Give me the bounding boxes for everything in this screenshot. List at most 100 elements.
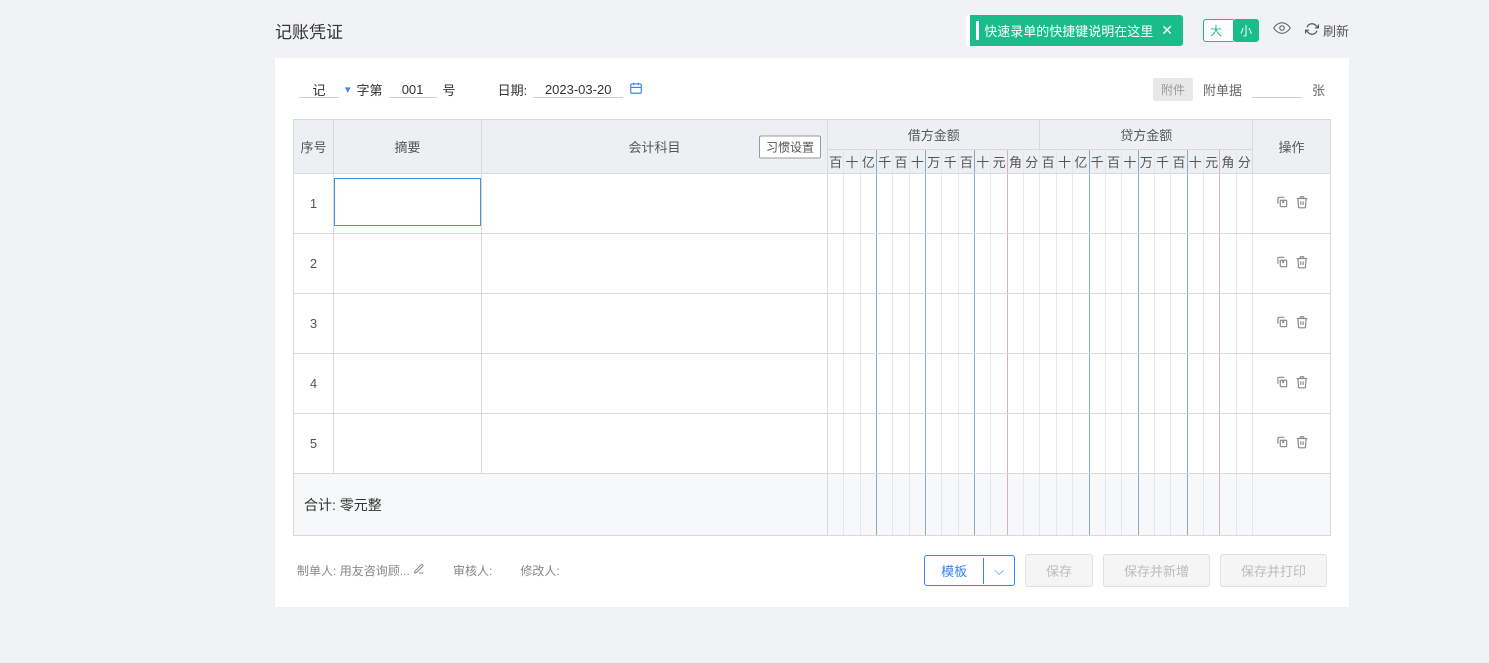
- digit-cell[interactable]: [1056, 414, 1072, 474]
- digit-cell[interactable]: [1154, 294, 1170, 354]
- digit-cell[interactable]: [1073, 294, 1089, 354]
- digit-cell[interactable]: [860, 354, 876, 414]
- digit-cell[interactable]: [958, 354, 974, 414]
- date-input[interactable]: [533, 82, 623, 98]
- digit-cell[interactable]: [942, 294, 958, 354]
- summary-cell[interactable]: [334, 354, 482, 414]
- digit-cell[interactable]: [926, 294, 942, 354]
- digit-cell[interactable]: [1040, 234, 1056, 294]
- digit-cell[interactable]: [1138, 174, 1154, 234]
- delete-icon[interactable]: [1295, 436, 1309, 452]
- digit-cell[interactable]: [1007, 294, 1023, 354]
- digit-cell[interactable]: [828, 234, 844, 294]
- digit-cell[interactable]: [1056, 354, 1072, 414]
- digit-cell[interactable]: [844, 354, 860, 414]
- digit-cell[interactable]: [1105, 294, 1121, 354]
- digit-cell[interactable]: [975, 294, 991, 354]
- digit-cell[interactable]: [1236, 294, 1252, 354]
- edit-icon[interactable]: [413, 564, 425, 578]
- delete-icon[interactable]: [1295, 196, 1309, 212]
- digit-cell[interactable]: [1203, 174, 1219, 234]
- subject-cell[interactable]: [482, 414, 828, 474]
- size-small-button[interactable]: 小: [1233, 19, 1259, 42]
- digit-cell[interactable]: [1040, 354, 1056, 414]
- digit-cell[interactable]: [942, 414, 958, 474]
- summary-cell[interactable]: [334, 234, 482, 294]
- digit-cell[interactable]: [1024, 234, 1040, 294]
- digit-cell[interactable]: [860, 414, 876, 474]
- digit-cell[interactable]: [893, 354, 909, 414]
- digit-cell[interactable]: [942, 234, 958, 294]
- digit-cell[interactable]: [926, 354, 942, 414]
- calendar-icon[interactable]: [629, 81, 643, 98]
- digit-cell[interactable]: [909, 234, 925, 294]
- digit-cell[interactable]: [828, 174, 844, 234]
- habit-settings-button[interactable]: 习惯设置: [759, 135, 821, 158]
- delete-icon[interactable]: [1295, 256, 1309, 272]
- digit-cell[interactable]: [877, 354, 893, 414]
- subject-cell[interactable]: [482, 234, 828, 294]
- digit-cell[interactable]: [1105, 414, 1121, 474]
- save-and-new-button[interactable]: 保存并新增: [1103, 554, 1210, 587]
- digit-cell[interactable]: [1171, 414, 1187, 474]
- digit-cell[interactable]: [1056, 294, 1072, 354]
- digit-cell[interactable]: [1187, 234, 1203, 294]
- digit-cell[interactable]: [991, 294, 1007, 354]
- digit-cell[interactable]: [909, 174, 925, 234]
- digit-cell[interactable]: [877, 174, 893, 234]
- size-big-button[interactable]: 大: [1203, 19, 1235, 42]
- digit-cell[interactable]: [958, 414, 974, 474]
- digit-cell[interactable]: [893, 414, 909, 474]
- copy-icon[interactable]: [1275, 316, 1289, 332]
- digit-cell[interactable]: [1138, 414, 1154, 474]
- digit-cell[interactable]: [909, 354, 925, 414]
- digit-cell[interactable]: [1187, 174, 1203, 234]
- digit-cell[interactable]: [1024, 414, 1040, 474]
- digit-cell[interactable]: [1056, 234, 1072, 294]
- digit-cell[interactable]: [1187, 354, 1203, 414]
- digit-cell[interactable]: [1220, 414, 1236, 474]
- digit-cell[interactable]: [975, 234, 991, 294]
- digit-cell[interactable]: [893, 174, 909, 234]
- digit-cell[interactable]: [1138, 234, 1154, 294]
- digit-cell[interactable]: [926, 414, 942, 474]
- digit-cell[interactable]: [1024, 294, 1040, 354]
- summary-cell[interactable]: [334, 174, 482, 234]
- digit-cell[interactable]: [844, 294, 860, 354]
- digit-cell[interactable]: [926, 174, 942, 234]
- copy-icon[interactable]: [1275, 256, 1289, 272]
- digit-cell[interactable]: [828, 354, 844, 414]
- digit-cell[interactable]: [1220, 174, 1236, 234]
- digit-cell[interactable]: [1171, 234, 1187, 294]
- summary-input[interactable]: [334, 178, 481, 226]
- digit-cell[interactable]: [909, 414, 925, 474]
- digit-cell[interactable]: [1154, 234, 1170, 294]
- digit-cell[interactable]: [1007, 234, 1023, 294]
- digit-cell[interactable]: [1171, 354, 1187, 414]
- digit-cell[interactable]: [1154, 174, 1170, 234]
- digit-cell[interactable]: [1089, 354, 1105, 414]
- digit-cell[interactable]: [1040, 294, 1056, 354]
- chevron-down-icon[interactable]: ⌵: [983, 558, 1014, 584]
- delete-icon[interactable]: [1295, 316, 1309, 332]
- digit-cell[interactable]: [1040, 414, 1056, 474]
- voucher-no-input[interactable]: [389, 82, 437, 98]
- digit-cell[interactable]: [877, 294, 893, 354]
- chevron-down-icon[interactable]: ▾: [345, 83, 351, 96]
- digit-cell[interactable]: [1105, 174, 1121, 234]
- digit-cell[interactable]: [1007, 414, 1023, 474]
- copy-icon[interactable]: [1275, 376, 1289, 392]
- digit-cell[interactable]: [1138, 294, 1154, 354]
- digit-cell[interactable]: [1154, 354, 1170, 414]
- digit-cell[interactable]: [1236, 234, 1252, 294]
- digit-cell[interactable]: [1122, 234, 1138, 294]
- voucher-type-input[interactable]: [299, 82, 339, 98]
- digit-cell[interactable]: [1187, 294, 1203, 354]
- template-button[interactable]: 模板 ⌵: [924, 555, 1015, 586]
- digit-cell[interactable]: [991, 174, 1007, 234]
- digit-cell[interactable]: [1105, 354, 1121, 414]
- digit-cell[interactable]: [1073, 234, 1089, 294]
- digit-cell[interactable]: [991, 414, 1007, 474]
- subject-cell[interactable]: [482, 354, 828, 414]
- digit-cell[interactable]: [1122, 174, 1138, 234]
